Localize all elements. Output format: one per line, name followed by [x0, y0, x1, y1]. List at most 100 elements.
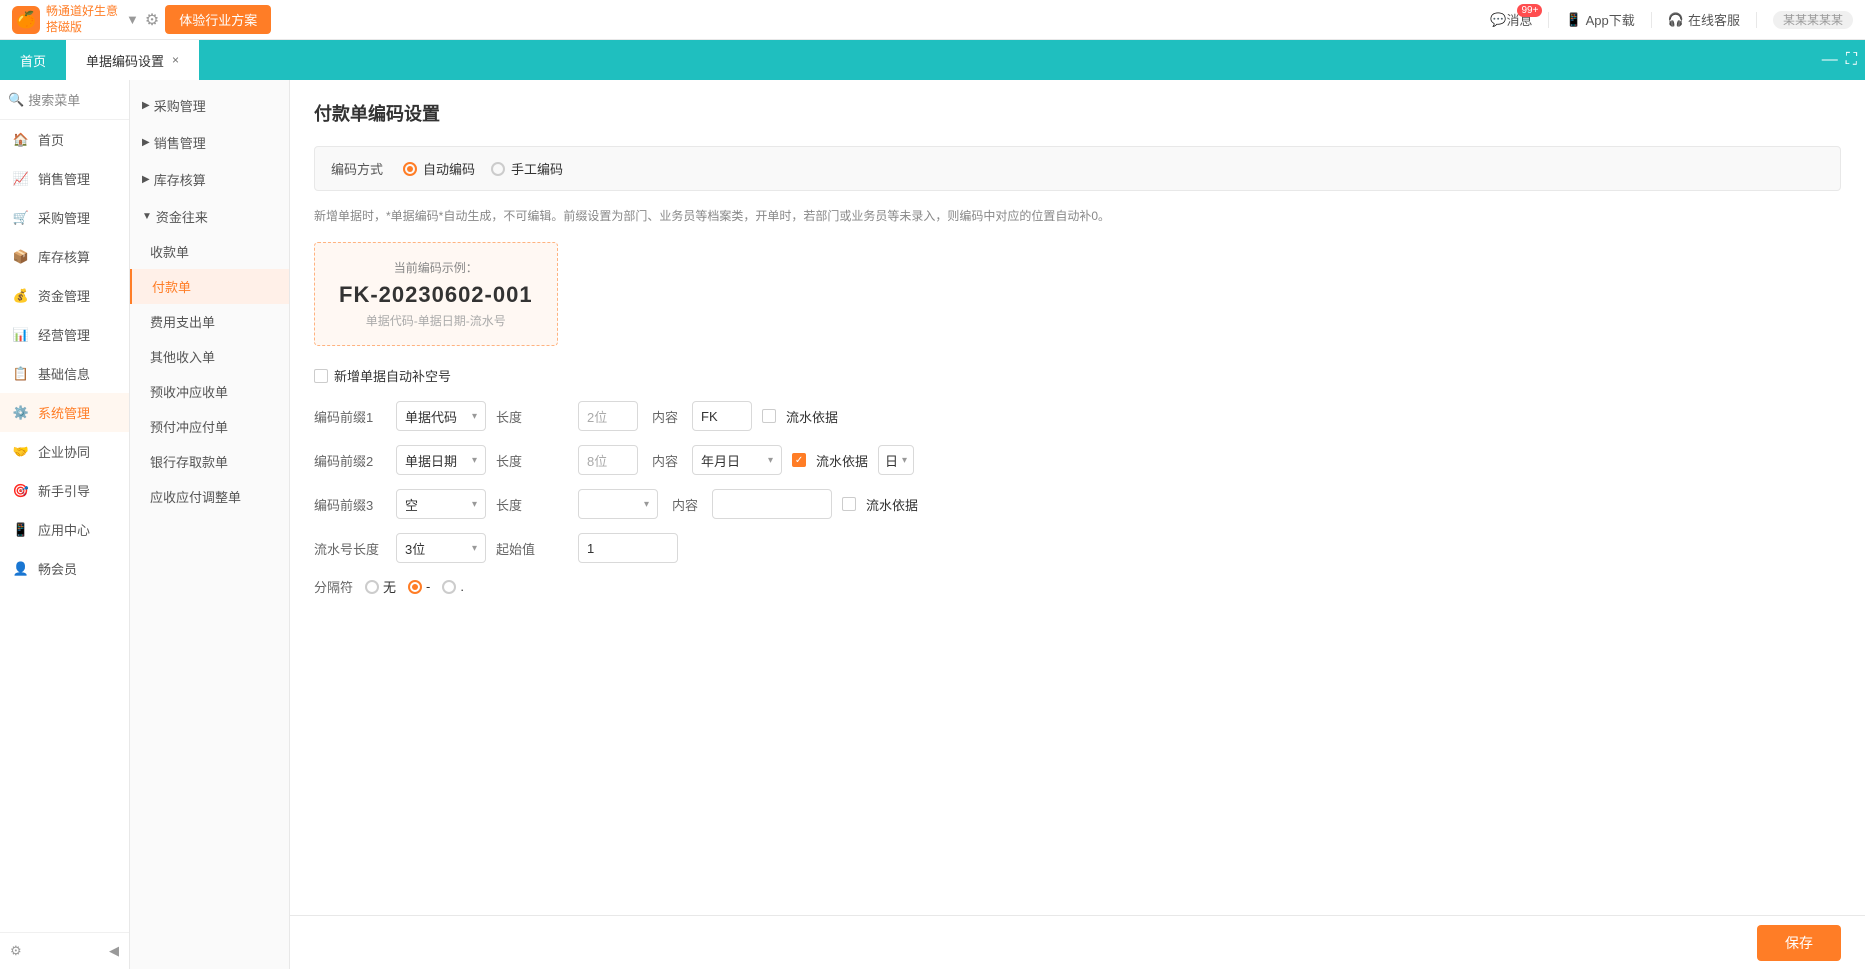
- member-icon: 👤: [12, 560, 30, 578]
- industry-btn[interactable]: 体验行业方案: [165, 5, 271, 34]
- stream1-checkbox[interactable]: [762, 409, 776, 423]
- dropdown-arrow-icon[interactable]: ▼: [126, 12, 139, 27]
- auto-fill-label: 新增单据自动补空号: [334, 366, 451, 385]
- sidebar-item-inventory[interactable]: 📦 库存核算: [0, 237, 129, 276]
- sidebar-item-member[interactable]: 👤 畅会员: [0, 549, 129, 588]
- logo-text: 畅通道好生意 搭磁版: [46, 4, 118, 35]
- length2-label: 长度: [496, 451, 568, 470]
- separator-row: 分隔符 无 - .: [314, 577, 1841, 596]
- sidebar-nav: 🏠 首页 📈 销售管理 🛒 采购管理 📦 库存核算 💰 资金管理 📊 经: [0, 120, 129, 932]
- maximize-icon[interactable]: ⛶: [1846, 51, 1857, 69]
- top-bar: 🍊 畅通道好生意 搭磁版 ▼ ⚙ 体验行业方案 💬 消息 99+ 📱 App下载…: [0, 0, 1865, 40]
- manual-code-dot: [491, 162, 505, 176]
- sidebar-item-operation[interactable]: 📊 经营管理: [0, 315, 129, 354]
- prefix1-select[interactable]: 单据代码 ▾: [396, 401, 486, 431]
- sub-header-sales[interactable]: ▶ 销售管理: [130, 125, 289, 160]
- sidebar-item-base[interactable]: 📋 基础信息: [0, 354, 129, 393]
- sidebar-item-enterprise[interactable]: 🤝 企业协同: [0, 432, 129, 471]
- content3-value: [712, 489, 832, 519]
- preview-sub: 单据代码-单据日期-流水号: [339, 312, 533, 329]
- base-icon: 📋: [12, 365, 30, 383]
- sep-dot-radio[interactable]: .: [442, 579, 464, 594]
- length3-select[interactable]: ▾: [578, 489, 658, 519]
- preview-label: 当前编码示例：: [339, 259, 533, 276]
- manual-code-radio[interactable]: 手工编码: [491, 159, 563, 178]
- top-bar-controls: ▼ ⚙ 体验行业方案: [126, 5, 271, 34]
- sub-header-purchase[interactable]: ▶ 采购管理: [130, 88, 289, 123]
- home-icon: 🏠: [12, 131, 30, 149]
- chevron-down-icon: ▼: [142, 211, 152, 222]
- tab-bar: 首页 单据编码设置 × — ⛶: [0, 40, 1865, 80]
- settings-icon[interactable]: ⚙: [145, 10, 159, 30]
- encode-radio-group: 自动编码 手工编码: [403, 159, 563, 178]
- prefix3-label: 编码前缀3: [314, 495, 386, 514]
- prefix-row-2: 编码前缀2 单据日期 ▾ 长度 8位 内容 年月日 ▾ ✓ 流水依据: [314, 445, 1841, 475]
- content1-label: 内容: [652, 407, 678, 426]
- prefix-row-3: 编码前缀3 空 ▾ 长度 ▾ 内容 流水依据: [314, 489, 1841, 519]
- main-panel: 付款单编码设置 编码方式 自动编码 手工编码: [290, 80, 1865, 969]
- stream2-period-select[interactable]: 日 ▾: [878, 445, 914, 475]
- auto-code-dot: [403, 162, 417, 176]
- stream2-period-arrow-icon: ▾: [902, 455, 907, 466]
- stream2-checkbox[interactable]: ✓: [792, 453, 806, 467]
- auto-code-radio[interactable]: 自动编码: [403, 159, 475, 178]
- apps-icon: 📱: [12, 521, 30, 539]
- tab-encode-setting[interactable]: 单据编码设置 ×: [66, 40, 199, 80]
- sub-item-yuchong[interactable]: 预收冲应收单: [130, 374, 289, 409]
- service-icon: 🎧: [1668, 12, 1684, 28]
- settings-bottom-icon[interactable]: ⚙: [10, 943, 22, 959]
- sub-item-yuchongfu[interactable]: 预付冲应付单: [130, 409, 289, 444]
- serial-row: 流水号长度 3位 ▾ 起始值 1: [314, 533, 1841, 563]
- sidebar-item-purchase[interactable]: 🛒 采购管理: [0, 198, 129, 237]
- save-button[interactable]: 保存: [1757, 925, 1841, 961]
- sub-item-fukuan[interactable]: 付款单: [130, 269, 289, 304]
- sep-dash-dot: [408, 580, 422, 594]
- sub-item-yinhang[interactable]: 银行存取款单: [130, 444, 289, 479]
- sidebar-item-apps[interactable]: 📱 应用中心: [0, 510, 129, 549]
- message-icon: 💬: [1490, 12, 1506, 28]
- bottom-bar: 保存: [290, 915, 1865, 969]
- sidebar-search[interactable]: 🔍 搜索菜单: [0, 80, 129, 120]
- sidebar-item-finance[interactable]: 💰 资金管理: [0, 276, 129, 315]
- guide-icon: 🎯: [12, 482, 30, 500]
- message-wrap[interactable]: 💬 消息 99+: [1490, 10, 1532, 29]
- auto-fill-row: 新增单据自动补空号: [314, 366, 1841, 385]
- sidebar-bottom: ⚙ ◀: [0, 932, 129, 969]
- top-bar-right: 💬 消息 99+ 📱 App下载 🎧 在线客服 某某某某某: [1490, 10, 1853, 29]
- tab-close-btn[interactable]: ×: [172, 53, 179, 67]
- sidebar-item-home[interactable]: 🏠 首页: [0, 120, 129, 159]
- sub-item-shoukuan[interactable]: 收款单: [130, 234, 289, 269]
- start-value-input[interactable]: 1: [578, 533, 678, 563]
- app-download[interactable]: 📱 App下载: [1565, 10, 1634, 29]
- length3-label: 长度: [496, 495, 568, 514]
- sidebar-item-system[interactable]: ⚙️ 系统管理: [0, 393, 129, 432]
- sub-item-qita[interactable]: 其他收入单: [130, 339, 289, 374]
- sub-group-sales: ▶ 销售管理: [130, 125, 289, 160]
- sep-dash-radio[interactable]: -: [408, 579, 430, 594]
- logo: 🍊 畅通道好生意 搭磁版: [12, 4, 118, 35]
- tab-home[interactable]: 首页: [0, 40, 66, 80]
- prefix2-select[interactable]: 单据日期 ▾: [396, 445, 486, 475]
- top-bar-left: 🍊 畅通道好生意 搭磁版 ▼ ⚙ 体验行业方案: [12, 4, 271, 35]
- content2-select[interactable]: 年月日 ▾: [692, 445, 782, 475]
- user-info[interactable]: 某某某某某: [1773, 11, 1853, 28]
- sub-header-capital[interactable]: ▼ 资金往来: [130, 199, 289, 234]
- sidebar-item-guide[interactable]: 🎯 新手引导: [0, 471, 129, 510]
- auto-fill-checkbox[interactable]: [314, 369, 328, 383]
- minimize-icon[interactable]: —: [1822, 51, 1838, 69]
- prefix2-arrow-icon: ▾: [472, 455, 477, 466]
- separator-radio-group: 无 - .: [365, 577, 464, 596]
- sub-header-inventory[interactable]: ▶ 库存核算: [130, 162, 289, 197]
- serial-length-select[interactable]: 3位 ▾: [396, 533, 486, 563]
- stream3-checkbox[interactable]: [842, 497, 856, 511]
- sub-item-yingshou[interactable]: 应收应付调整单: [130, 479, 289, 514]
- sep-none-radio[interactable]: 无: [365, 577, 396, 596]
- online-service[interactable]: 🎧 在线客服: [1668, 10, 1740, 29]
- collapse-icon[interactable]: ◀: [109, 943, 119, 959]
- length1-label: 长度: [496, 407, 568, 426]
- sidebar-item-sales[interactable]: 📈 销售管理: [0, 159, 129, 198]
- stream1-label: 流水依据: [786, 407, 838, 426]
- sub-item-feiyong[interactable]: 费用支出单: [130, 304, 289, 339]
- prefix3-select[interactable]: 空 ▾: [396, 489, 486, 519]
- download-icon: 📱: [1565, 12, 1581, 28]
